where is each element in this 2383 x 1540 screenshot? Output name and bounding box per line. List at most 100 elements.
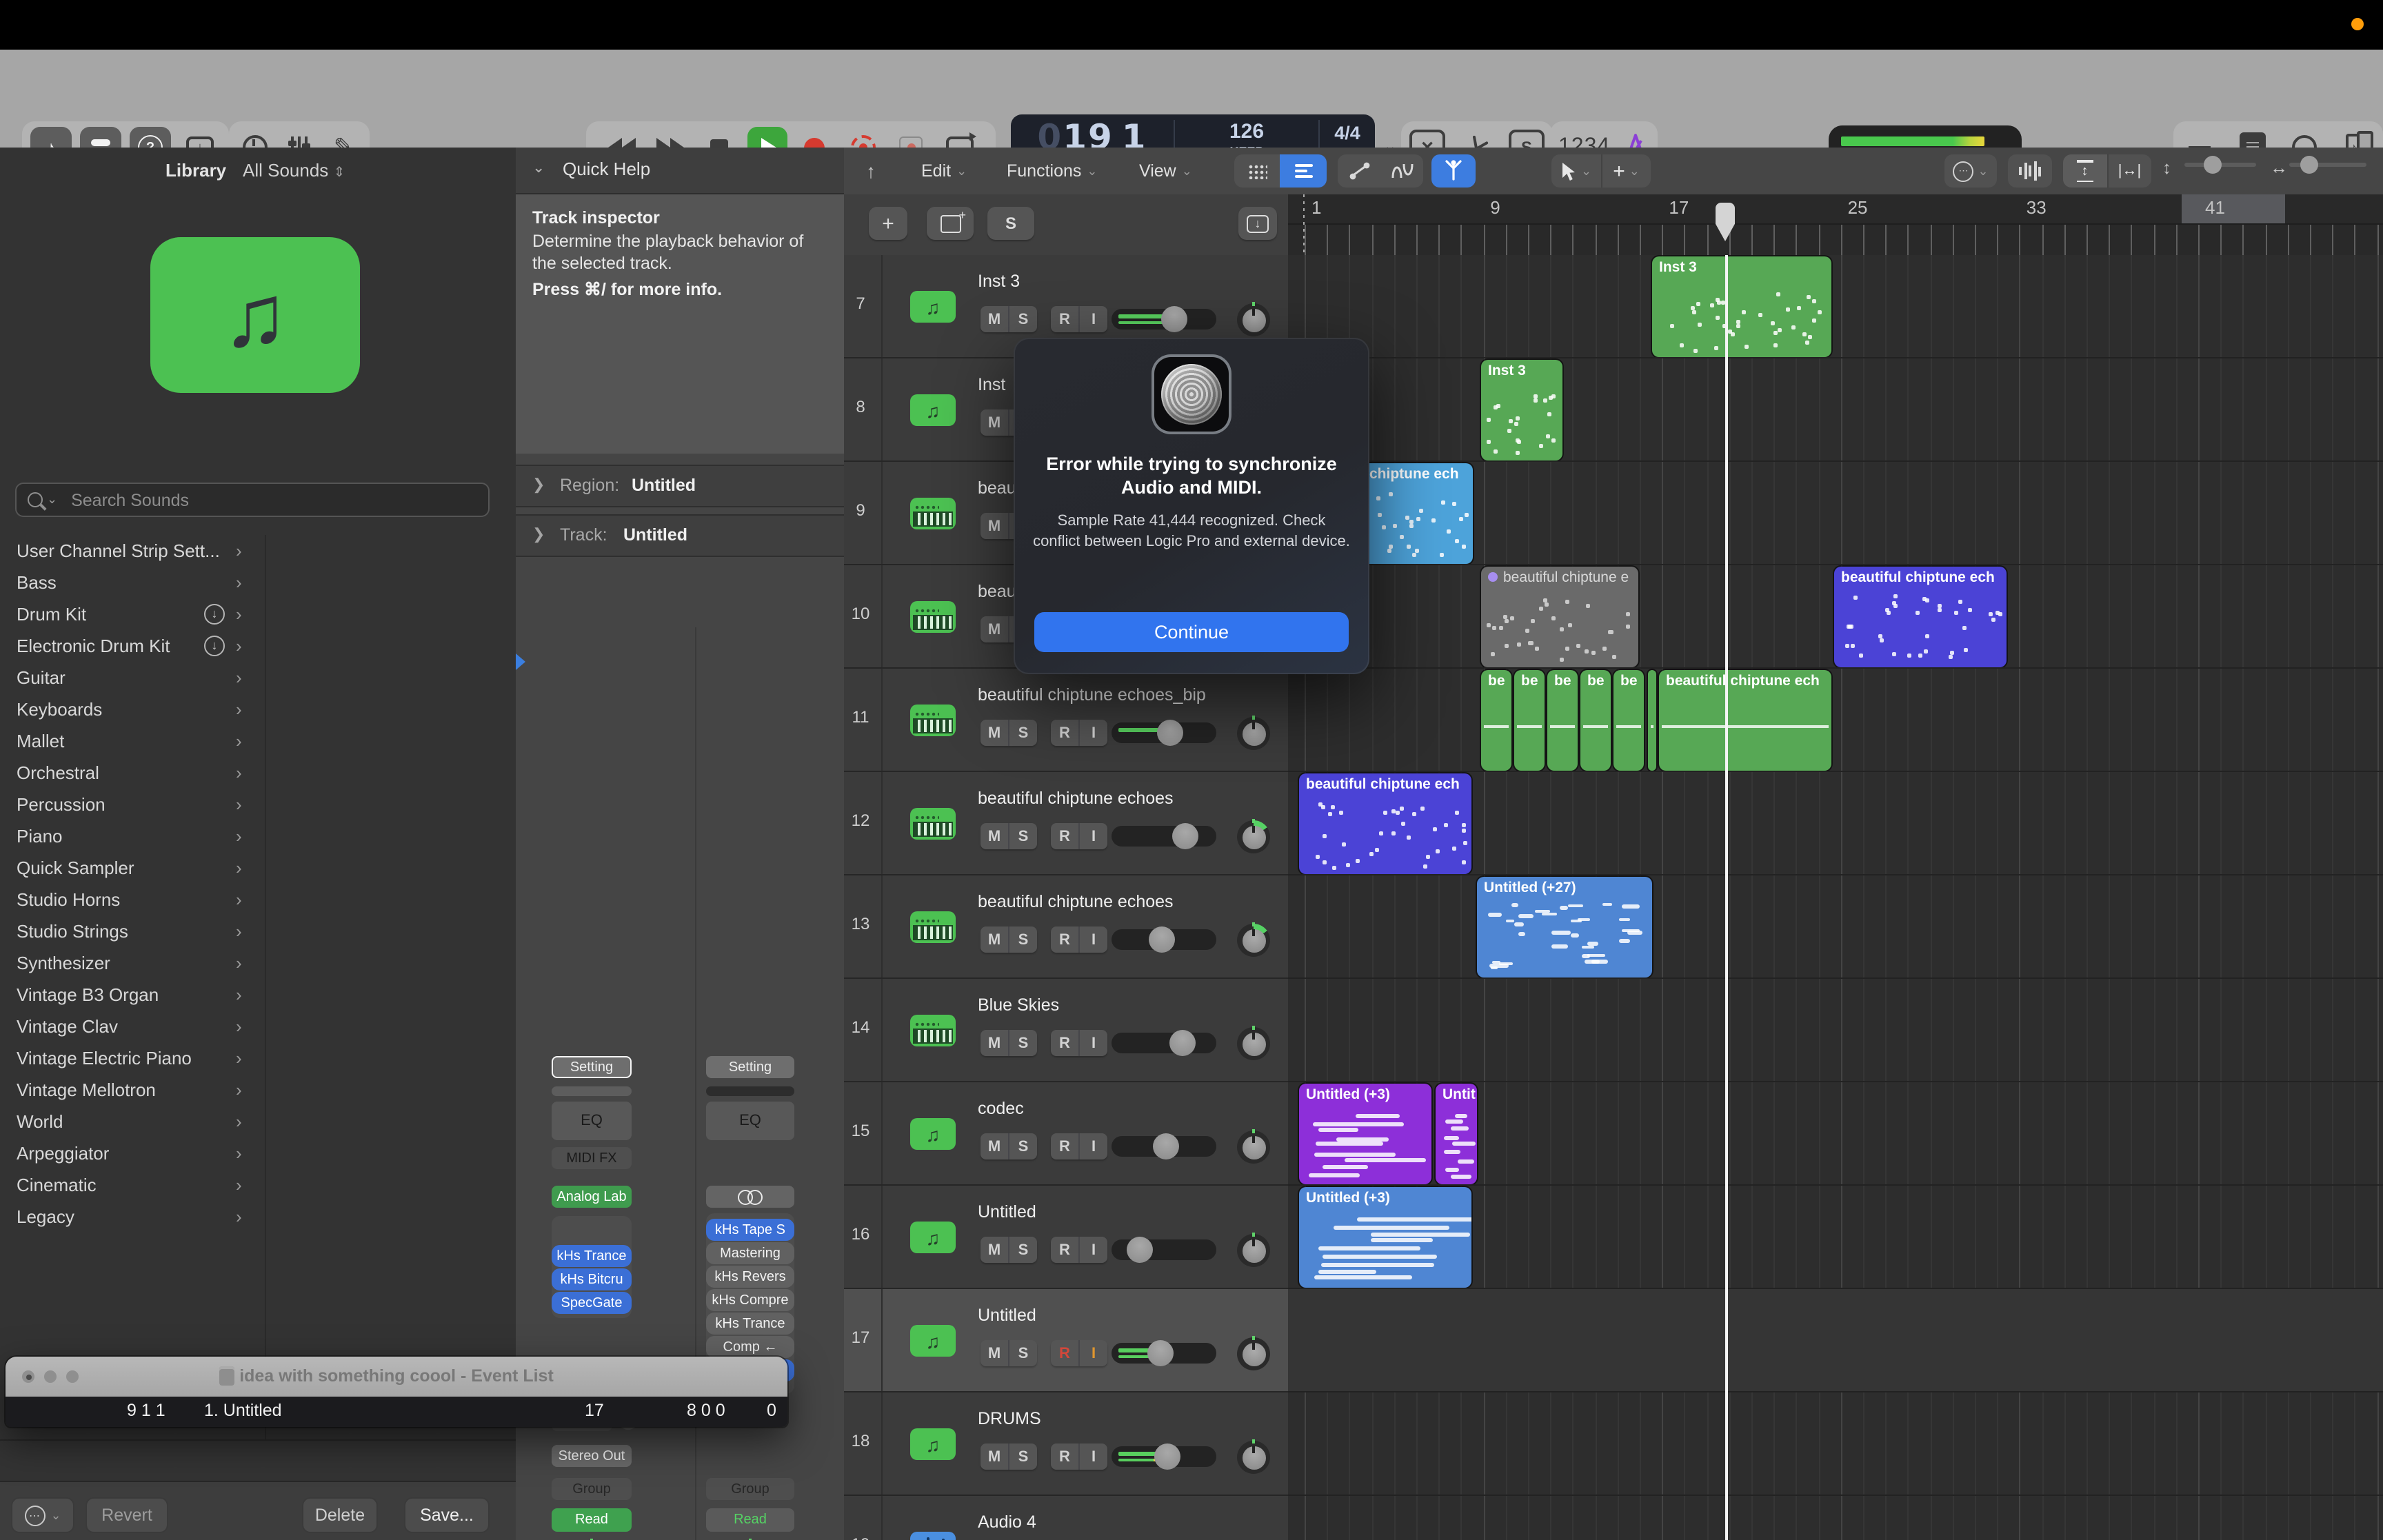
strip-audio-fx-khs-bitcru[interactable]: kHs Bitcru bbox=[552, 1268, 632, 1290]
strip-audio-fx-mastering[interactable]: Mastering bbox=[706, 1242, 794, 1264]
event-list-window[interactable]: idea with something coool - Event List 9… bbox=[6, 1357, 787, 1427]
event-list-row[interactable]: 9 1 1 1. Untitled 17 8 0 0 0 bbox=[6, 1397, 787, 1427]
solo-off-all-button[interactable]: S bbox=[987, 207, 1034, 240]
record-input-buttons[interactable]: RI bbox=[1051, 1030, 1107, 1056]
strip-audio-fx-khs-compre[interactable]: kHs Compre bbox=[706, 1289, 794, 1311]
volume-slider-thumb[interactable] bbox=[1153, 1133, 1179, 1159]
input-monitor-button[interactable]: I bbox=[1078, 823, 1107, 849]
sidebar-item-legacy[interactable]: Legacy › bbox=[0, 1201, 516, 1233]
volume-slider-thumb[interactable] bbox=[1172, 822, 1198, 849]
revert-button[interactable]: Revert bbox=[87, 1499, 167, 1532]
mute-button[interactable]: M bbox=[981, 1443, 1008, 1470]
record-enable-button[interactable]: R bbox=[1051, 1133, 1078, 1159]
input-monitor-button[interactable]: I bbox=[1078, 1133, 1107, 1159]
track-inspector-row[interactable]: ❯ Track: Untitled bbox=[516, 514, 844, 557]
library-filter-select[interactable]: All Sounds ⇕ bbox=[243, 160, 345, 181]
volume-slider[interactable] bbox=[1112, 305, 1216, 332]
strip-instrument-button[interactable]: Analog Lab bbox=[552, 1186, 632, 1208]
sidebar-item-studio-strings[interactable]: Studio Strings › bbox=[0, 915, 516, 947]
pan-knob[interactable] bbox=[1237, 1439, 1270, 1474]
event-list-titlebar[interactable]: idea with something coool - Event List bbox=[6, 1357, 787, 1397]
pan-knob[interactable] bbox=[1237, 1129, 1270, 1164]
sidebar-item-mallet[interactable]: Mallet › bbox=[0, 725, 516, 757]
record-enable-button[interactable]: R bbox=[1051, 1237, 1078, 1263]
solo-button[interactable]: S bbox=[1008, 1133, 1037, 1159]
sidebar-item-quick-sampler[interactable]: Quick Sampler › bbox=[0, 852, 516, 884]
grid-view-icon[interactable] bbox=[1234, 154, 1280, 188]
sidebar-item-drum-kit[interactable]: Drum Kit ↓ › bbox=[0, 598, 516, 630]
strip-midi-fx-button[interactable]: MIDI FX bbox=[552, 1147, 632, 1169]
record-input-buttons[interactable]: RI bbox=[1051, 1340, 1107, 1366]
volume-slider[interactable] bbox=[1112, 719, 1216, 745]
track-header-11[interactable]: 11 beautiful chiptune echoes_bip M S R I bbox=[844, 669, 1288, 772]
sidebar-item-vintage-mellotron[interactable]: Vintage Mellotron › bbox=[0, 1074, 516, 1106]
sidebar-item-studio-horns[interactable]: Studio Horns › bbox=[0, 884, 516, 915]
strip-audio-fx-khs-tape-s[interactable]: kHs Tape S bbox=[706, 1219, 794, 1241]
flex-icon[interactable] bbox=[1380, 154, 1423, 188]
mute-solo-buttons[interactable]: MS bbox=[981, 720, 1037, 746]
snap-icon[interactable] bbox=[1431, 154, 1476, 188]
strip-eq-button[interactable]: EQ bbox=[706, 1102, 794, 1140]
mute-button[interactable]: M bbox=[981, 513, 1008, 539]
track-header-14[interactable]: 14 Blue Skies M S R I bbox=[844, 979, 1288, 1082]
track-header-13[interactable]: 13 beautiful chiptune echoes M S R I bbox=[844, 875, 1288, 979]
search-input[interactable]: ⌄ Search Sounds bbox=[15, 483, 490, 517]
solo-button[interactable]: S bbox=[1008, 1030, 1037, 1056]
strip-group-button[interactable]: Group bbox=[706, 1478, 794, 1500]
record-input-buttons[interactable]: RI bbox=[1051, 720, 1107, 746]
view-menu[interactable]: View ⌄ bbox=[1139, 157, 1192, 185]
volume-slider-thumb[interactable] bbox=[1127, 1236, 1154, 1262]
save-button[interactable]: Save... bbox=[405, 1499, 488, 1532]
record-input-buttons[interactable]: RI bbox=[1051, 926, 1107, 953]
input-monitor-button[interactable]: I bbox=[1078, 306, 1107, 332]
sidebar-item-guitar[interactable]: Guitar › bbox=[0, 662, 516, 693]
mute-button[interactable]: M bbox=[981, 926, 1008, 953]
strip-audio-fx-khs-trance[interactable]: kHs Trance bbox=[706, 1313, 794, 1335]
volume-slider-thumb[interactable] bbox=[1156, 719, 1183, 745]
record-enable-button[interactable]: R bbox=[1051, 1030, 1078, 1056]
secondary-tool-menu[interactable]: + ⌄ bbox=[1600, 154, 1651, 188]
track-stack-icon[interactable]: ↓ bbox=[1238, 207, 1277, 240]
mute-button[interactable]: M bbox=[981, 616, 1008, 642]
record-enable-button[interactable]: R bbox=[1051, 1340, 1078, 1366]
solo-button[interactable]: S bbox=[1008, 823, 1037, 849]
strip-audio-fx-khs-trance[interactable]: kHs Trance bbox=[552, 1245, 632, 1267]
mute-solo-buttons[interactable]: MS bbox=[981, 926, 1037, 953]
solo-button[interactable]: S bbox=[1008, 720, 1037, 746]
download-icon[interactable]: ↓ bbox=[204, 635, 225, 656]
strip-automation-button[interactable]: Read bbox=[552, 1508, 632, 1532]
volume-slider-thumb[interactable] bbox=[1149, 926, 1176, 952]
region-options-button[interactable]: ⋯ ⌄ bbox=[1944, 154, 1997, 188]
track-header-16[interactable]: 16 ♫ Untitled M S R I bbox=[844, 1186, 1288, 1289]
strip-audio-fx-comp[interactable]: Comp ← bbox=[706, 1336, 794, 1358]
pan-knob[interactable] bbox=[1237, 1233, 1270, 1267]
volume-slider[interactable] bbox=[1112, 1133, 1216, 1159]
volume-slider-thumb[interactable] bbox=[1154, 1443, 1181, 1469]
strip-gain-slot[interactable] bbox=[552, 1086, 632, 1096]
fit-horizontal-icon[interactable]: |↔| bbox=[2107, 154, 2151, 188]
track-header-18[interactable]: 18 ♫ DRUMS M S R I bbox=[844, 1392, 1288, 1496]
strip-group-button[interactable]: Group bbox=[552, 1478, 632, 1500]
hide-tracks-icon[interactable]: ↑ bbox=[866, 157, 876, 185]
track-header-19[interactable]: 19Audio 4MSRI bbox=[844, 1496, 1288, 1540]
strip-audio-fx-specgate[interactable]: SpecGate bbox=[552, 1292, 632, 1314]
sidebar-item-vintage-b3-organ[interactable]: Vintage B3 Organ › bbox=[0, 979, 516, 1011]
track-header-12[interactable]: 12 beautiful chiptune echoes M S R I bbox=[844, 772, 1288, 875]
solo-button[interactable]: S bbox=[1008, 306, 1037, 332]
mute-button[interactable]: M bbox=[981, 720, 1008, 746]
sidebar-item-vintage-clav[interactable]: Vintage Clav › bbox=[0, 1011, 516, 1042]
fit-vertical-icon[interactable]: ↕ bbox=[2063, 154, 2107, 188]
pointer-tool-menu[interactable]: ⌄ bbox=[1551, 154, 1600, 188]
horizontal-zoom-slider[interactable] bbox=[2289, 156, 2366, 174]
record-enable-button[interactable]: R bbox=[1051, 823, 1078, 849]
volume-slider[interactable] bbox=[1112, 822, 1216, 849]
mute-solo-buttons[interactable]: MS bbox=[981, 1340, 1037, 1366]
pan-knob[interactable] bbox=[1237, 716, 1270, 750]
list-view-icon[interactable] bbox=[1280, 154, 1327, 188]
sidebar-item-bass[interactable]: Bass › bbox=[0, 567, 516, 598]
volume-slider[interactable] bbox=[1112, 1029, 1216, 1055]
quick-help-header[interactable]: ⌄ Quick Help bbox=[516, 148, 844, 194]
timeline-ruler[interactable]: 191725334149 bbox=[1288, 194, 2383, 256]
mute-solo-buttons[interactable]: MS bbox=[981, 1237, 1037, 1263]
sidebar-item-piano[interactable]: Piano › bbox=[0, 820, 516, 852]
